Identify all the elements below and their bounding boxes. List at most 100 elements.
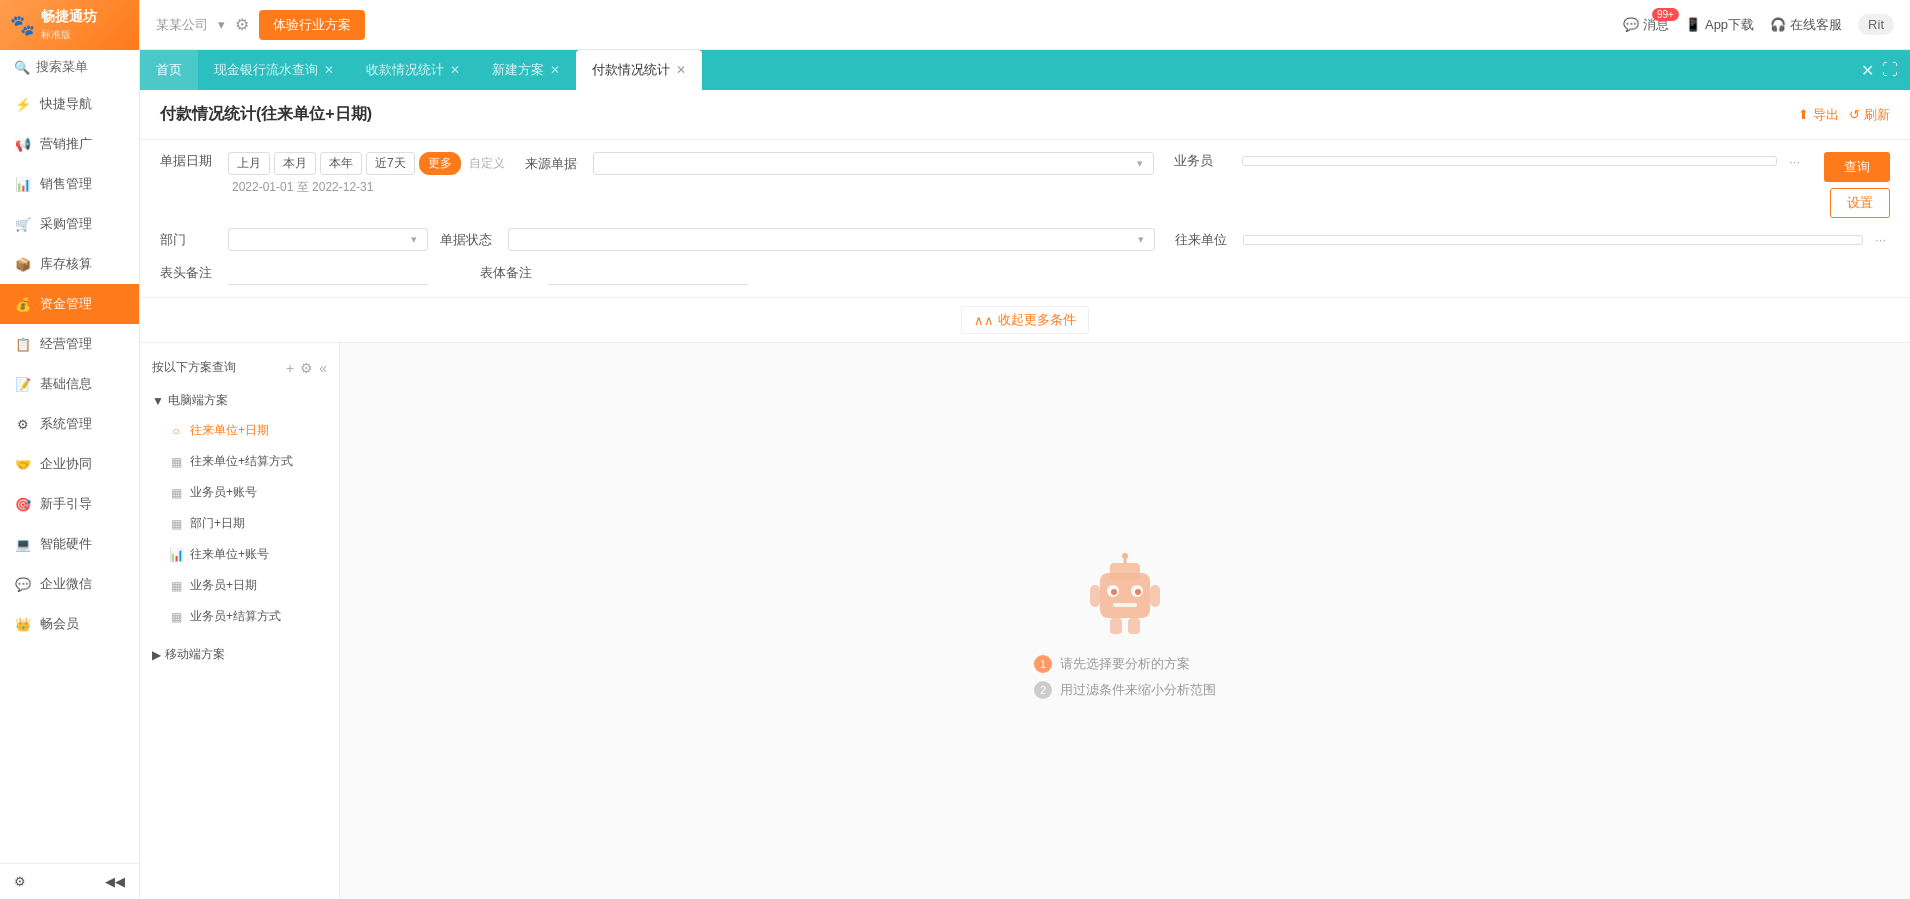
staff-input[interactable] <box>1242 156 1777 166</box>
date-btn-this-year[interactable]: 本年 <box>320 152 362 175</box>
page-title: 付款情况统计(往来单位+日期) <box>160 104 372 125</box>
sidebar: 🐾 畅捷通坊 标准版 🔍 搜索菜单 ⚡快捷导航📢营销推广📊销售管理🛒采购管理📦库… <box>0 0 140 899</box>
tab-home[interactable]: 首页 <box>140 50 198 90</box>
refresh-btn[interactable]: ↺ 刷新 <box>1849 106 1890 124</box>
header-note-input[interactable] <box>228 261 428 285</box>
sidebar-item-quick-nav[interactable]: ⚡快捷导航 <box>0 84 139 124</box>
refresh-label: 刷新 <box>1864 106 1890 124</box>
source-filter-label: 来源单据 <box>525 155 585 173</box>
scheme-item-partner-settlement[interactable]: ▦ 往来单位+结算方式 <box>140 446 339 477</box>
topbar-gear-icon[interactable]: ⚙ <box>235 15 249 34</box>
sales-icon: 📊 <box>14 175 32 193</box>
date-btn-7days[interactable]: 近7天 <box>366 152 415 175</box>
scheme-collapse-icon[interactable]: « <box>319 360 327 376</box>
tab-close-new-scheme[interactable]: ✕ <box>550 63 560 77</box>
sidebar-item-guide[interactable]: 🎯新手引导 <box>0 484 139 524</box>
scheme-item-partner-date[interactable]: ○ 往来单位+日期 <box>140 415 339 446</box>
scheme-item-dept-date[interactable]: ▦ 部门+日期 <box>140 508 339 539</box>
tab-label-home: 首页 <box>156 61 182 79</box>
mobile-group-title[interactable]: ▶ 移动端方案 <box>140 640 339 669</box>
doc-status-select[interactable]: ▾ <box>508 228 1155 251</box>
dept-chevron-icon: ▾ <box>411 233 417 246</box>
user-btn[interactable]: Rit <box>1858 14 1894 35</box>
sidebar-item-operation[interactable]: 📋经营管理 <box>0 324 139 364</box>
collapse-icon: ◀◀ <box>105 874 125 889</box>
tab-close-bank-flow[interactable]: ✕ <box>324 63 334 77</box>
trial-btn[interactable]: 体验行业方案 <box>259 10 365 40</box>
settings-btn[interactable]: 设置 <box>1830 188 1890 218</box>
hardware-icon: 💻 <box>14 535 32 553</box>
partner-more-icon[interactable]: ··· <box>1871 232 1890 247</box>
sidebar-collapse-btn[interactable]: ◀◀ <box>105 874 125 889</box>
tab-payment-stats[interactable]: 付款情况统计✕ <box>576 50 702 90</box>
body-note-input[interactable] <box>548 261 748 285</box>
tab-close-payment-stats[interactable]: ✕ <box>676 63 686 77</box>
scheme-item-partner-account[interactable]: 📊 往来单位+账号 <box>140 539 339 570</box>
scheme-settings-icon[interactable]: ⚙ <box>300 360 313 376</box>
source-select[interactable]: ▾ <box>593 152 1155 175</box>
page-actions: ⬆ 导出 ↺ 刷新 <box>1798 106 1890 124</box>
sidebar-item-inventory[interactable]: 📦库存核算 <box>0 244 139 284</box>
export-icon: ⬆ <box>1798 107 1809 122</box>
messages-badge: 99+ <box>1652 8 1679 21</box>
desktop-schemes-list: ○ 往来单位+日期 ▦ 往来单位+结算方式 ▦ 业务员+账号 ▦ 部门+日期 📊… <box>140 415 339 632</box>
tab-close-collection[interactable]: ✕ <box>450 63 460 77</box>
empty-state-icon <box>1075 543 1175 643</box>
sidebar-item-marketing[interactable]: 📢营销推广 <box>0 124 139 164</box>
messages-btn[interactable]: 💬 消息 99+ <box>1623 16 1669 34</box>
scheme-label-staff-date: 业务员+日期 <box>190 577 257 594</box>
dept-select[interactable]: ▾ <box>228 228 428 251</box>
refresh-icon: ↺ <box>1849 107 1860 122</box>
finance-icon: 💰 <box>14 295 32 313</box>
scheme-item-staff-account[interactable]: ▦ 业务员+账号 <box>140 477 339 508</box>
date-btn-last-month[interactable]: 上月 <box>228 152 270 175</box>
staff-more-icon[interactable]: ··· <box>1785 154 1804 169</box>
svg-rect-12 <box>1128 618 1140 634</box>
sidebar-item-label: 智能硬件 <box>40 535 92 553</box>
company-dropdown-icon[interactable]: ▾ <box>218 17 225 32</box>
body-note-label: 表体备注 <box>480 264 540 282</box>
date-filter-label: 单据日期 <box>160 152 220 170</box>
collapse-btn[interactable]: ∧∧ 收起更多条件 <box>961 306 1089 334</box>
add-scheme-icon[interactable]: + <box>286 360 294 376</box>
page-header: 付款情况统计(往来单位+日期) ⬆ 导出 ↺ 刷新 <box>140 90 1910 140</box>
sidebar-item-enterprise[interactable]: 🤝企业协同 <box>0 444 139 484</box>
sidebar-item-member[interactable]: 👑畅会员 <box>0 604 139 644</box>
svg-point-6 <box>1111 589 1117 595</box>
scheme-panel-title: 按以下方案查询 <box>152 359 236 376</box>
sidebar-header: 🐾 畅捷通坊 标准版 <box>0 0 139 50</box>
sidebar-search-btn[interactable]: 🔍 搜索菜单 <box>0 50 139 84</box>
query-btn[interactable]: 查询 <box>1824 152 1890 182</box>
date-btn-this-month[interactable]: 本月 <box>274 152 316 175</box>
tab-new-scheme[interactable]: 新建方案✕ <box>476 50 576 90</box>
sidebar-logo: 🐾 <box>10 13 35 37</box>
sidebar-item-hardware[interactable]: 💻 智能硬件 <box>0 524 139 564</box>
online-service-label: 在线客服 <box>1790 16 1842 34</box>
sidebar-item-basic-info[interactable]: 📝基础信息 <box>0 364 139 404</box>
date-btn-more[interactable]: 更多 <box>419 152 461 175</box>
app-download-btn[interactable]: 📱 App下载 <box>1685 16 1754 34</box>
sidebar-settings-btn[interactable]: ⚙ <box>14 874 26 889</box>
sidebar-item-purchase[interactable]: 🛒采购管理 <box>0 204 139 244</box>
scheme-panel: 按以下方案查询 + ⚙ « ▼ 电脑端方案 ○ 往来单位+日期 ▦ 往来单位+结… <box>140 343 340 899</box>
tabs-close-all-icon[interactable]: ✕ <box>1861 61 1874 80</box>
scheme-item-staff-settlement[interactable]: ▦ 业务员+结算方式 <box>140 601 339 632</box>
svg-rect-1 <box>1110 563 1140 579</box>
scheme-item-staff-date[interactable]: ▦ 业务员+日期 <box>140 570 339 601</box>
sidebar-item-weixin[interactable]: 💬企业微信 <box>0 564 139 604</box>
tip-text-1: 请先选择要分析的方案 <box>1060 655 1190 673</box>
desktop-group-title[interactable]: ▼ 电脑端方案 <box>140 386 339 415</box>
system-icon: ⚙ <box>14 415 32 433</box>
sidebar-item-system[interactable]: ⚙系统管理 <box>0 404 139 444</box>
partner-input[interactable] <box>1243 235 1863 245</box>
tabs-fullscreen-icon[interactable]: ⛶ <box>1882 61 1898 79</box>
sidebar-item-label: 畅会员 <box>40 615 79 633</box>
scheme-icon-partner-date: ○ <box>168 423 184 439</box>
tab-collection[interactable]: 收款情况统计✕ <box>350 50 476 90</box>
sidebar-item-finance[interactable]: 💰资金管理 <box>0 284 139 324</box>
sidebar-item-sales[interactable]: 📊销售管理 <box>0 164 139 204</box>
export-btn[interactable]: ⬆ 导出 <box>1798 106 1839 124</box>
online-service-btn[interactable]: 🎧 在线客服 <box>1770 16 1842 34</box>
tab-bank-flow[interactable]: 现金银行流水查询✕ <box>198 50 350 90</box>
source-chevron-icon: ▾ <box>1137 157 1143 170</box>
